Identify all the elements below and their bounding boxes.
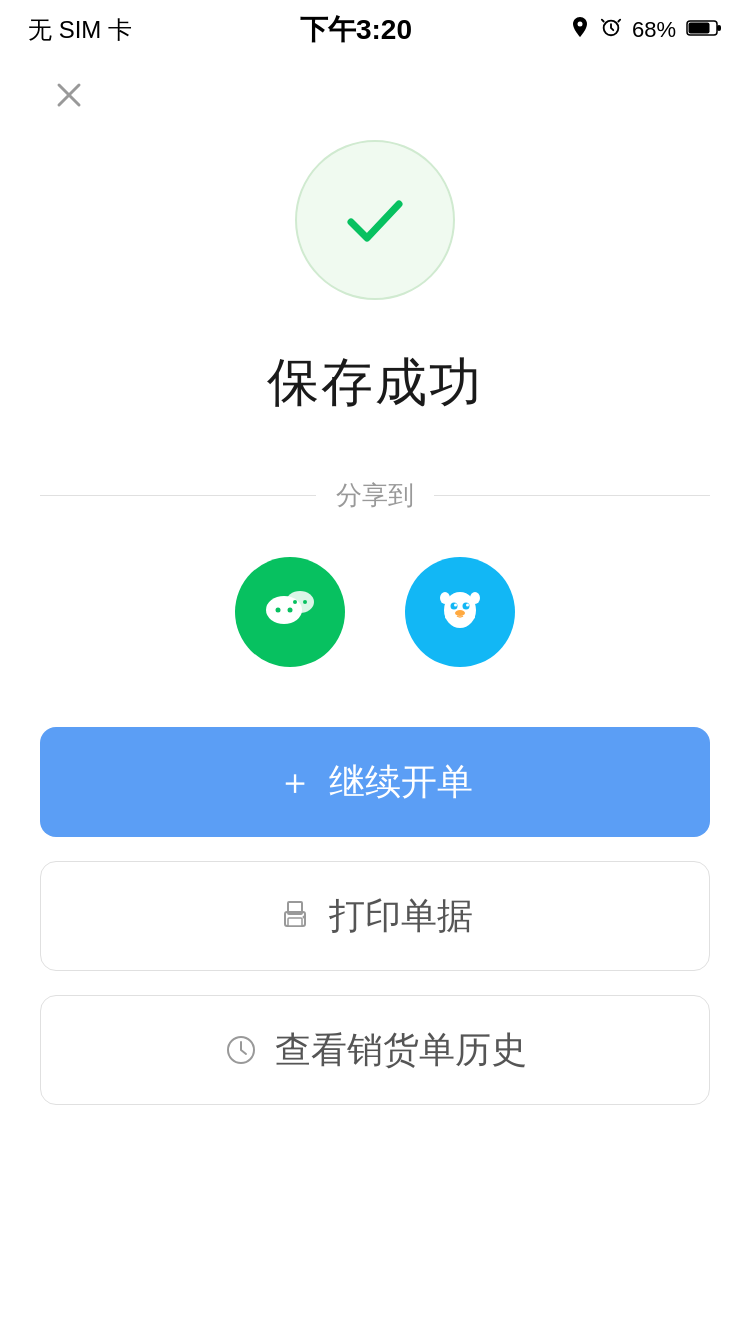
history-label: 查看销货单历史 <box>275 1026 527 1075</box>
svg-point-15 <box>465 614 475 620</box>
qq-icon <box>428 580 492 644</box>
qq-share-button[interactable] <box>405 557 515 667</box>
action-buttons: ＋ 继续开单 打印单据 查看销货单历史 <box>0 727 750 1105</box>
check-icon <box>335 180 415 260</box>
divider-left <box>40 495 316 496</box>
share-section: 分享到 <box>0 478 750 667</box>
svg-point-12 <box>303 600 307 604</box>
continue-button[interactable]: ＋ 继续开单 <box>40 727 710 837</box>
svg-point-18 <box>454 604 457 607</box>
close-button[interactable] <box>44 70 94 120</box>
wechat-icon <box>258 580 322 644</box>
status-left: 无 SIM 卡 <box>28 14 142 46</box>
svg-rect-25 <box>288 918 302 926</box>
status-right: 68% <box>570 16 722 44</box>
printer-icon <box>277 898 313 934</box>
clock-icon <box>223 1032 259 1068</box>
alarm-icon <box>600 16 622 44</box>
history-button[interactable]: 查看销货单历史 <box>40 995 710 1105</box>
share-divider: 分享到 <box>40 478 710 513</box>
battery-icon <box>686 17 722 43</box>
wechat-share-button[interactable] <box>235 557 345 667</box>
svg-point-26 <box>303 916 306 919</box>
success-title: 保存成功 <box>267 348 483 418</box>
svg-point-10 <box>288 608 293 613</box>
status-bar: 无 SIM 卡 下午3:20 68% <box>0 0 750 60</box>
svg-point-19 <box>466 604 469 607</box>
svg-point-11 <box>293 600 297 604</box>
success-circle <box>295 140 455 300</box>
main-content: 保存成功 分享到 <box>0 60 750 1105</box>
svg-rect-4 <box>688 23 709 34</box>
svg-point-21 <box>440 592 450 604</box>
svg-point-0 <box>577 22 582 27</box>
status-time: 下午3:20 <box>300 11 412 49</box>
carrier-text: 无 SIM 卡 <box>28 14 132 46</box>
location-icon <box>570 16 590 44</box>
battery-text: 68% <box>632 17 676 43</box>
divider-right <box>434 495 710 496</box>
svg-point-9 <box>276 608 281 613</box>
print-button[interactable]: 打印单据 <box>40 861 710 971</box>
svg-point-22 <box>470 592 480 604</box>
svg-rect-3 <box>717 25 721 31</box>
svg-point-14 <box>445 614 455 620</box>
svg-point-20 <box>455 610 465 616</box>
print-label: 打印单据 <box>329 892 473 941</box>
share-label: 分享到 <box>336 478 414 513</box>
plus-icon: ＋ <box>277 758 313 807</box>
share-icons <box>40 557 710 667</box>
continue-label: 继续开单 <box>329 758 473 807</box>
